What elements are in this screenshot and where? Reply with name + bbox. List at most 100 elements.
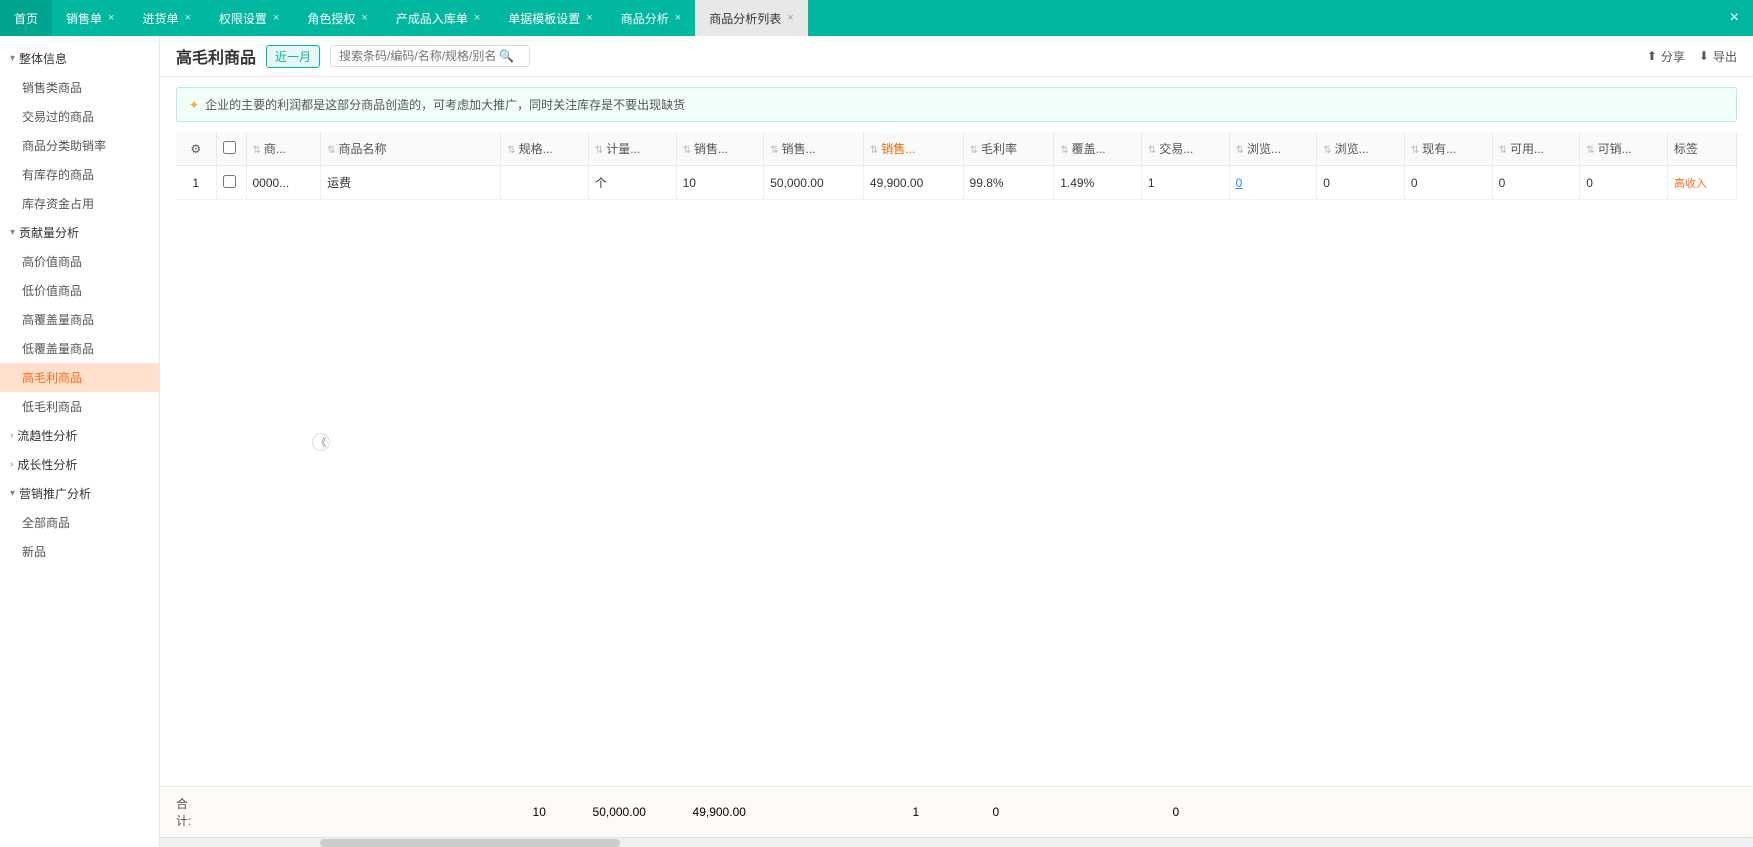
close-product-analysis-list[interactable]: × (787, 12, 793, 24)
col-sales3: ⇅销售... (863, 132, 963, 166)
table-row: 1 0000... 运费 个 10 50,000.00 49,900.00 99… (176, 166, 1737, 200)
page-title: 高毛利商品 (176, 44, 256, 68)
nav-sales-order[interactable]: 销售单 × (52, 0, 128, 36)
data-table: ⚙ ⇅商... ⇅商品名称 ⇅规格... ⇅计量... ⇅销售... ⇅销售..… (176, 132, 1737, 200)
close-purchase-order[interactable]: × (184, 12, 190, 24)
sidebar-item-all-goods[interactable]: 全部商品 (0, 508, 159, 537)
col-browse2: ⇅浏览... (1317, 132, 1405, 166)
sidebar-item-low-coverage[interactable]: 低覆盖量商品 (0, 334, 159, 363)
cell-sales3: 49,900.00 (863, 166, 963, 200)
sidebar-item-sales-goods[interactable]: 销售类商品 (0, 73, 159, 102)
cell-browse2: 0 (1317, 166, 1405, 200)
nav-home[interactable]: 首页 (0, 0, 52, 36)
scrollbar-thumb[interactable] (320, 839, 620, 847)
close-role-auth[interactable]: × (361, 12, 367, 24)
sidebar-item-low-margin[interactable]: 低毛利商品 (0, 392, 159, 421)
sidebar-item-low-value[interactable]: 低价值商品 (0, 276, 159, 305)
close-permission-settings[interactable]: × (273, 12, 279, 24)
col-settings[interactable]: ⚙ (176, 132, 216, 166)
share-button[interactable]: ⬆ 分享 (1647, 48, 1685, 65)
cell-gross-rate: 99.8% (963, 166, 1054, 200)
nav-role-auth[interactable]: 角色授权 × (293, 0, 381, 36)
cell-sales2: 50,000.00 (764, 166, 864, 200)
nav-product-analysis-list[interactable]: 商品分析列表 × (695, 0, 807, 36)
nav-template-settings[interactable]: 单据模板设置 × (494, 0, 606, 36)
nav-product-inbound[interactable]: 产成品入库单 × (382, 0, 494, 36)
time-filter-button[interactable]: 近一月 (266, 45, 320, 68)
cell-name: 运费 (321, 166, 501, 200)
sidebar-item-high-coverage[interactable]: 高覆盖量商品 (0, 305, 159, 334)
total-label: 合计: (176, 795, 203, 829)
cell-tag: 高收入 (1667, 166, 1736, 200)
footer-browse1: 0 (993, 805, 1053, 819)
close-sales-order[interactable]: × (108, 12, 114, 24)
share-icon: ⬆ (1647, 49, 1657, 63)
cell-code: 0000... (246, 166, 321, 200)
cell-current: 0 (1404, 166, 1492, 200)
col-browse1: ⇅浏览... (1229, 132, 1317, 166)
global-close-button[interactable]: × (1716, 0, 1753, 36)
col-spec: ⇅规格... (501, 132, 589, 166)
cell-coverage: 1.49% (1054, 166, 1142, 200)
sidebar-group-contribution[interactable]: ▾ 贡献量分析 (0, 218, 159, 247)
nav-purchase-order[interactable]: 进货单 × (128, 0, 204, 36)
horizontal-scrollbar[interactable] (160, 837, 1753, 847)
sidebar-item-new-goods[interactable]: 新品 (0, 537, 159, 566)
close-product-inbound[interactable]: × (474, 12, 480, 24)
footer-cells: 10 50,000.00 49,900.00 1 0 0 (223, 805, 1737, 819)
sidebar-group-overall[interactable]: ▾ 整体信息 (0, 44, 159, 73)
row-checkbox[interactable] (223, 175, 236, 188)
col-trade: ⇅交易... (1141, 132, 1229, 166)
info-banner: ✦ 企业的主要的利润都是这部分商品创造的，可考虑加大推广，同时关注库存是不要出现… (176, 87, 1737, 122)
sidebar-group-trend[interactable]: › 流趋性分析 (0, 421, 159, 450)
tip-icon: ✦ (189, 98, 199, 112)
col-code: ⇅商... (246, 132, 321, 166)
sidebar: ▾ 整体信息 销售类商品 交易过的商品 商品分类助销率 有库存的商品 库存资金占… (0, 36, 160, 847)
sidebar-item-in-stock[interactable]: 有库存的商品 (0, 160, 159, 189)
col-name: ⇅商品名称 (321, 132, 501, 166)
sidebar-item-stock-capital[interactable]: 库存资金占用 (0, 189, 159, 218)
nav-permission-settings[interactable]: 权限设置 × (205, 0, 293, 36)
arrow-marketing: ▾ (10, 488, 15, 499)
cell-browse1[interactable]: 0 (1229, 166, 1317, 200)
search-icon[interactable]: 🔍 (499, 49, 514, 63)
sidebar-group-marketing[interactable]: ▾ 营销推广分析 (0, 479, 159, 508)
close-template-settings[interactable]: × (586, 12, 592, 24)
arrow-overall: ▾ (10, 53, 15, 64)
sidebar-item-traded-goods[interactable]: 交易过的商品 (0, 102, 159, 131)
cell-checkbox (216, 166, 246, 200)
arrow-contribution: ▾ (10, 227, 15, 238)
close-product-analysis[interactable]: × (675, 12, 681, 24)
export-button[interactable]: ⬇ 导出 (1699, 48, 1737, 65)
cell-available: 0 (1492, 166, 1580, 200)
col-coverage: ⇅覆盖... (1054, 132, 1142, 166)
footer-sales1: 10 (533, 805, 593, 819)
col-gross-rate: ⇅毛利率 (963, 132, 1054, 166)
content-header: 高毛利商品 近一月 🔍 ⬆ 分享 ⬇ 导出 (160, 36, 1753, 77)
sidebar-item-high-value[interactable]: 高价值商品 (0, 247, 159, 276)
cell-index: 1 (176, 166, 216, 200)
sidebar-item-high-margin[interactable]: 高毛利商品 (0, 363, 159, 392)
table-wrapper: ⚙ ⇅商... ⇅商品名称 ⇅规格... ⇅计量... ⇅销售... ⇅销售..… (176, 132, 1737, 786)
cell-trade: 1 (1141, 166, 1229, 200)
footer-sales3: 49,900.00 (693, 805, 793, 819)
footer-bar: 合计: 10 50,000.00 49,900.00 1 0 0 (160, 786, 1753, 837)
search-input[interactable] (339, 49, 499, 63)
nav-product-analysis[interactable]: 商品分析 × (607, 0, 695, 36)
header-actions: ⬆ 分享 ⬇ 导出 (1647, 48, 1737, 65)
arrow-trend: › (10, 430, 13, 441)
sidebar-group-growth[interactable]: › 成长性分析 (0, 450, 159, 479)
cell-sales1: 10 (676, 166, 764, 200)
main-layout: ▾ 整体信息 销售类商品 交易过的商品 商品分类助销率 有库存的商品 库存资金占… (0, 36, 1753, 847)
col-sales1: ⇅销售... (676, 132, 764, 166)
cell-spec (501, 166, 589, 200)
top-navigation: 首页 销售单 × 进货单 × 权限设置 × 角色授权 × 产成品入库单 × 单据… (0, 0, 1753, 36)
sidebar-collapse-button[interactable]: 《 (312, 433, 330, 451)
col-current: ⇅现有... (1404, 132, 1492, 166)
sidebar-item-category-rate[interactable]: 商品分类助销率 (0, 131, 159, 160)
table-header-row: ⚙ ⇅商... ⇅商品名称 ⇅规格... ⇅计量... ⇅销售... ⇅销售..… (176, 132, 1737, 166)
cell-sellable: 0 (1580, 166, 1668, 200)
col-checkbox (216, 132, 246, 166)
content-area: 《 高毛利商品 近一月 🔍 ⬆ 分享 ⬇ 导出 ✦ 企 (160, 36, 1753, 847)
select-all-checkbox[interactable] (223, 141, 236, 154)
